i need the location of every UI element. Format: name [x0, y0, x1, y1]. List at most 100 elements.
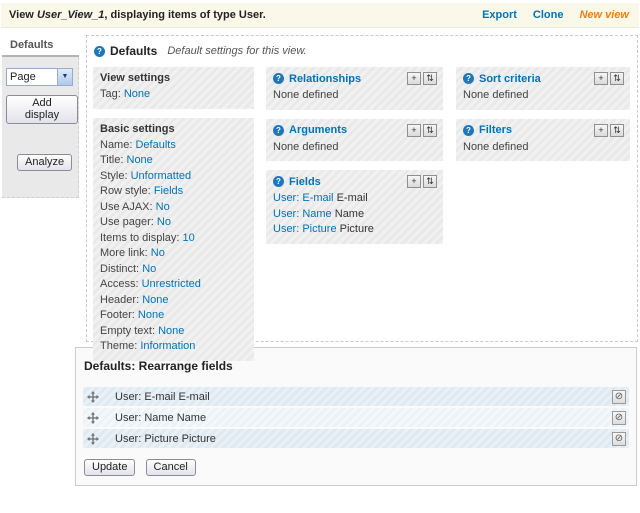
display-heading: Defaults — [110, 44, 158, 58]
setting-label: Name: — [100, 138, 133, 151]
setting-label: Title: — [100, 154, 124, 166]
arguments-title-row: ? Arguments + ⇅ — [273, 123, 437, 137]
setting-value-link[interactable]: 10 — [183, 232, 195, 244]
fields-link[interactable]: Fields — [289, 176, 321, 188]
setting-label: Row style: — [100, 185, 151, 197]
setting-label: Theme: — [100, 340, 138, 352]
rearrange-icon[interactable]: ⇅ — [610, 72, 624, 85]
help-icon[interactable]: ? — [463, 73, 474, 84]
field-item-label: E-mail — [336, 192, 368, 204]
display-tabs-column: Defaults Page ▼ Add display Analyze — [2, 35, 79, 198]
setting-label: Distinct: — [100, 262, 140, 275]
filters-link[interactable]: Filters — [479, 124, 512, 136]
setting-value-link[interactable]: No — [142, 263, 156, 275]
setting-row: Header: None — [100, 293, 248, 309]
field-item-label: Picture — [339, 223, 374, 235]
setting-value-link[interactable]: None — [124, 88, 150, 100]
relationships-link[interactable]: Relationships — [289, 73, 361, 85]
setting-value-link[interactable]: None — [142, 294, 168, 306]
rearrange-icon[interactable]: ⇅ — [423, 175, 437, 188]
drag-handle-icon[interactable] — [87, 432, 101, 445]
column-basic: View settings Tag: None Basic settings N… — [93, 67, 254, 370]
setting-value-link[interactable]: None — [138, 309, 164, 321]
field-item-link[interactable]: User: Name — [273, 208, 332, 220]
basic-settings-box: Basic settings Name: Defaults Title: Non… — [93, 117, 254, 361]
help-icon[interactable]: ? — [273, 124, 284, 136]
setting-value-link[interactable]: No — [156, 201, 170, 213]
sort-criteria-title-row: ? Sort criteria + ⇅ — [463, 72, 624, 85]
sort-criteria-link[interactable]: Sort criteria — [479, 73, 541, 85]
remove-icon[interactable]: ⊘ — [612, 410, 626, 425]
table-row[interactable]: User: Picture Picture ⊘ — [83, 429, 629, 448]
setting-row: Row style: Fields — [100, 184, 248, 200]
analyze-button[interactable]: Analyze — [17, 154, 73, 171]
page-title: View User_View_1, displaying items of ty… — [9, 9, 266, 21]
remove-icon[interactable]: ⊘ — [612, 431, 626, 446]
sort-criteria-box: ? Sort criteria + ⇅ None defined — [456, 67, 630, 110]
rearrange-icon[interactable]: ⇅ — [610, 123, 624, 137]
setting-row: Title: None — [100, 153, 248, 169]
view-settings-box: View settings Tag: None — [93, 67, 254, 109]
add-icon[interactable]: + — [407, 123, 421, 137]
setting-row: Name: Defaults — [100, 138, 248, 154]
setting-label: Items to display: — [100, 231, 180, 244]
add-display-button[interactable]: Add display — [6, 95, 78, 124]
setting-row: Access: Unrestricted — [100, 277, 248, 293]
cancel-button[interactable]: Cancel — [145, 459, 196, 476]
setting-row: Style: Unformatted — [100, 169, 248, 185]
remove-icon[interactable]: ⊘ — [612, 389, 626, 404]
add-icon[interactable]: + — [407, 175, 421, 188]
help-icon[interactable]: ? — [94, 45, 105, 57]
tab-defaults[interactable]: Defaults — [2, 35, 79, 57]
display-type-select-value: Page — [10, 71, 36, 83]
setting-value-link[interactable]: No — [157, 216, 171, 228]
setting-row: Distinct: No — [100, 262, 248, 278]
setting-value-link[interactable]: Defaults — [135, 139, 175, 151]
help-icon[interactable]: ? — [463, 124, 474, 136]
setting-value-link[interactable]: Information — [140, 340, 195, 352]
help-icon[interactable]: ? — [273, 176, 284, 187]
view-header-bar: View User_View_1, displaying items of ty… — [1, 3, 639, 28]
fields-title-row: ? Fields + ⇅ — [273, 175, 437, 188]
rearrange-row-label: User: E-mail E-mail — [115, 390, 210, 403]
setting-value-link[interactable]: Unrestricted — [142, 278, 201, 290]
setting-value-link[interactable]: None — [127, 154, 153, 166]
table-row[interactable]: User: E-mail E-mail ⊘ — [83, 387, 629, 406]
add-icon[interactable]: + — [594, 72, 608, 85]
new-view-link[interactable]: New view — [579, 9, 629, 21]
rearrange-icon[interactable]: ⇅ — [423, 72, 437, 85]
setting-row: Tag: None — [100, 87, 248, 103]
drag-handle-icon[interactable] — [87, 390, 101, 403]
setting-value-link[interactable]: No — [151, 247, 165, 259]
view-name: User_View_1 — [36, 9, 105, 21]
column-middle: ? Relationships + ⇅ None defined ? Argum… — [266, 67, 443, 253]
setting-value-link[interactable]: Unformatted — [131, 170, 192, 182]
page-title-suffix: , displaying items of type User. — [104, 9, 266, 21]
setting-row: Use pager: No — [100, 215, 248, 231]
field-item-link[interactable]: User: E-mail — [273, 192, 334, 204]
setting-row: More link: No — [100, 246, 248, 262]
setting-value-link[interactable]: None — [158, 325, 184, 337]
display-header: ? Defaults Default settings for this vie… — [94, 44, 632, 58]
add-icon[interactable]: + — [594, 123, 608, 137]
add-icon[interactable]: + — [407, 72, 421, 85]
relationships-box: ? Relationships + ⇅ None defined — [266, 67, 443, 110]
export-link[interactable]: Export — [482, 9, 517, 21]
arguments-empty: None defined — [273, 140, 339, 153]
help-icon[interactable]: ? — [273, 73, 284, 84]
rearrange-icon[interactable]: ⇅ — [423, 123, 437, 137]
drag-handle-icon[interactable] — [87, 411, 101, 424]
arguments-link[interactable]: Arguments — [289, 124, 347, 136]
rearrange-row-label: User: Name Name — [115, 411, 207, 424]
update-button[interactable]: Update — [84, 459, 136, 476]
chevron-down-icon: ▼ — [57, 69, 72, 85]
display-type-select[interactable]: Page ▼ — [6, 68, 73, 86]
setting-row: Items to display: 10 — [100, 231, 248, 247]
setting-label: Header: — [100, 293, 140, 306]
field-item-link[interactable]: User: Picture — [273, 223, 337, 235]
clone-link[interactable]: Clone — [533, 9, 564, 21]
setting-row: Theme: Information — [100, 339, 248, 355]
setting-label: Empty text: — [100, 324, 156, 337]
setting-value-link[interactable]: Fields — [154, 185, 183, 197]
table-row[interactable]: User: Name Name ⊘ — [83, 408, 629, 427]
